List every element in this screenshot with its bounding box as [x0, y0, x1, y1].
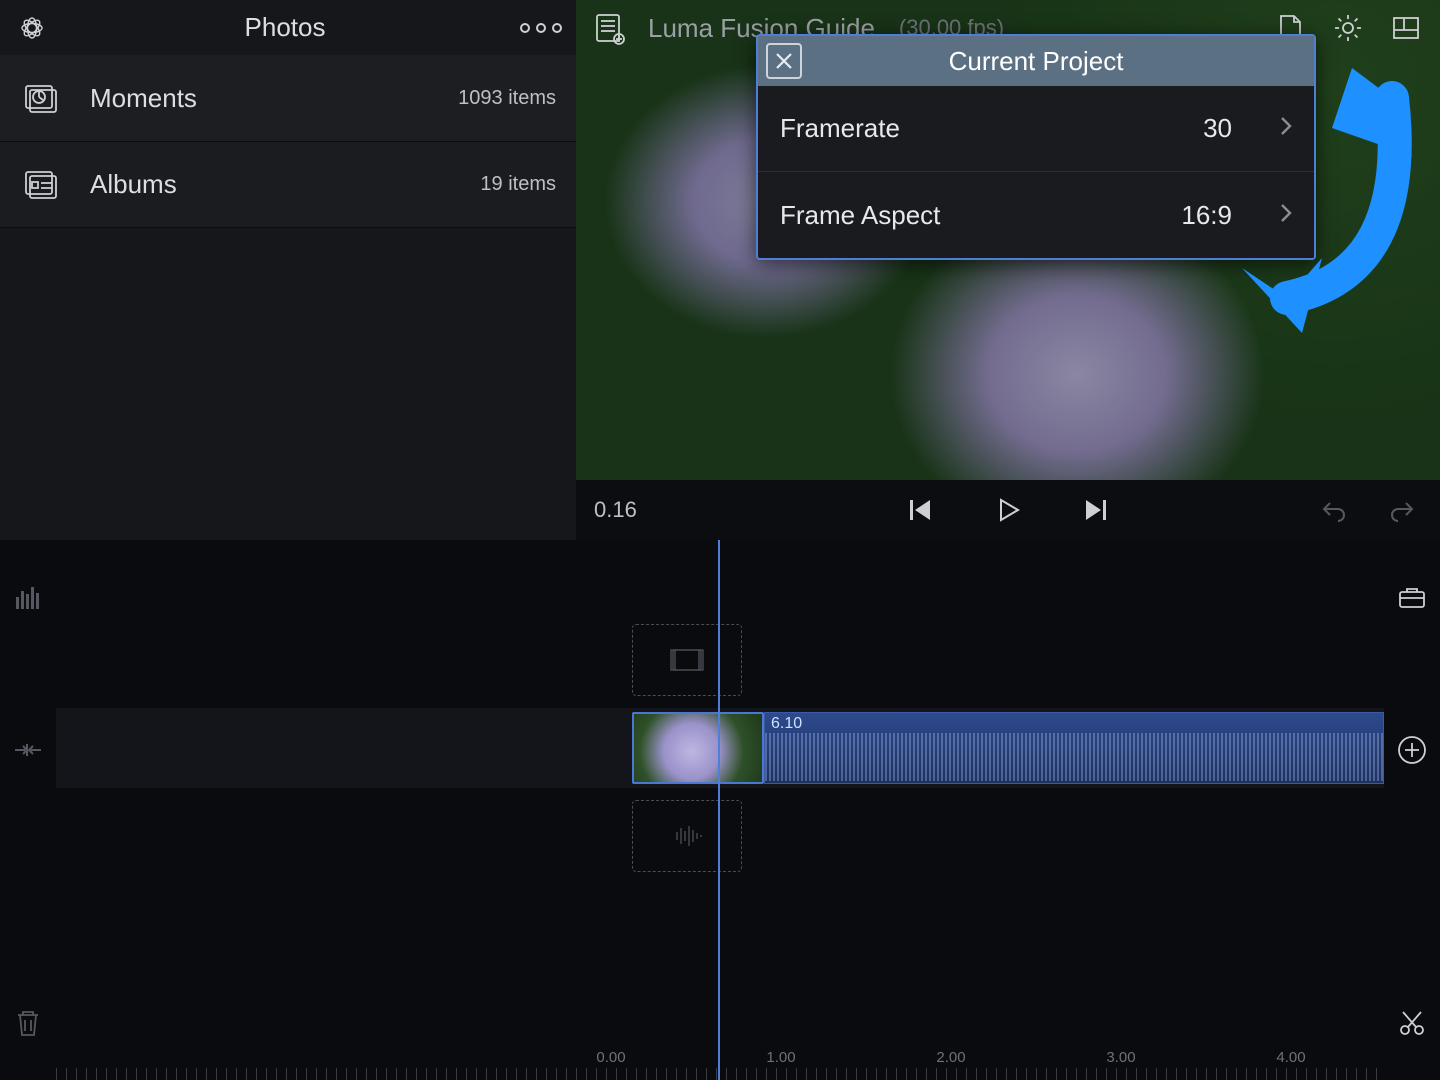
modal-header: Current Project — [758, 36, 1314, 86]
main-track[interactable]: 6.10 — [56, 708, 1384, 788]
ruler-mark: 0.00 — [596, 1049, 625, 1066]
transport-bar: 0.16 — [576, 480, 1440, 540]
modal-row-label: Frame Aspect — [780, 200, 940, 231]
sidebar-item-label: Moments — [90, 83, 197, 114]
ruler-mark: 3.00 — [1106, 1049, 1135, 1066]
redo-icon[interactable] — [1382, 490, 1422, 530]
video-placeholder-icon — [632, 624, 742, 696]
video-track-empty[interactable] — [56, 620, 1384, 700]
close-icon[interactable] — [766, 43, 802, 79]
modal-title: Current Project — [758, 46, 1314, 77]
audio-track-empty[interactable] — [56, 796, 1384, 876]
timeline-ruler[interactable]: 0.00 1.00 2.00 3.00 4.00 — [56, 1044, 1384, 1080]
video-clip[interactable] — [632, 712, 764, 784]
audio-levels-icon[interactable] — [8, 580, 48, 613]
toolbox-icon[interactable] — [1392, 580, 1432, 613]
clip-duration: 6.10 — [771, 715, 802, 733]
insert-icon[interactable] — [8, 733, 48, 766]
source-panel-title: Photos — [50, 12, 520, 43]
cut-icon[interactable] — [1392, 1007, 1432, 1040]
sidebar-item-label: Albums — [90, 169, 177, 200]
modal-row-frame-aspect[interactable]: Frame Aspect 16:9 — [758, 172, 1314, 258]
skip-forward-icon[interactable] — [1079, 493, 1113, 527]
ruler-mark: 1.00 — [766, 1049, 795, 1066]
undo-icon[interactable] — [1314, 490, 1354, 530]
timeline: 6.10 0.00 1.00 2.00 3.00 4.00 — [0, 540, 1440, 1080]
timeline-body[interactable]: 6.10 0.00 1.00 2.00 3.00 4.00 — [56, 540, 1384, 1080]
photos-app-icon[interactable] — [14, 10, 50, 46]
albums-icon — [20, 164, 62, 206]
add-source-icon[interactable] — [590, 8, 630, 48]
play-icon[interactable] — [991, 493, 1025, 527]
ruler-mark: 4.00 — [1276, 1049, 1305, 1066]
chevron-right-icon — [1278, 114, 1294, 143]
audio-placeholder-icon — [632, 800, 742, 872]
layout-icon[interactable] — [1386, 8, 1426, 48]
moments-icon — [20, 78, 62, 120]
timecode-display: 0.16 — [594, 497, 637, 523]
trash-icon[interactable] — [8, 1007, 48, 1040]
chevron-right-icon — [1278, 201, 1294, 230]
timeline-tools-left — [0, 540, 56, 1080]
playhead[interactable] — [718, 540, 720, 1080]
more-options-icon[interactable] — [520, 23, 562, 33]
skip-back-icon[interactable] — [903, 493, 937, 527]
sidebar-item-moments[interactable]: Moments 1093 items — [0, 56, 576, 142]
current-project-modal: Current Project Framerate 30 Frame Aspec… — [756, 34, 1316, 260]
waveform — [765, 733, 1383, 781]
source-panel-header: Photos — [0, 0, 576, 56]
sidebar-item-count: 19 items — [480, 173, 556, 196]
modal-row-label: Framerate — [780, 113, 900, 144]
sidebar-item-albums[interactable]: Albums 19 items — [0, 142, 576, 228]
sidebar-item-count: 1093 items — [458, 87, 556, 110]
ruler-mark: 2.00 — [936, 1049, 965, 1066]
add-clip-icon[interactable] — [1392, 733, 1432, 766]
audio-clip[interactable]: 6.10 — [764, 712, 1384, 784]
modal-row-value: 30 — [1203, 113, 1232, 144]
modal-row-framerate[interactable]: Framerate 30 — [758, 86, 1314, 172]
timeline-tools-right — [1384, 540, 1440, 1080]
modal-row-value: 16:9 — [1181, 200, 1232, 231]
settings-icon[interactable] — [1328, 8, 1368, 48]
